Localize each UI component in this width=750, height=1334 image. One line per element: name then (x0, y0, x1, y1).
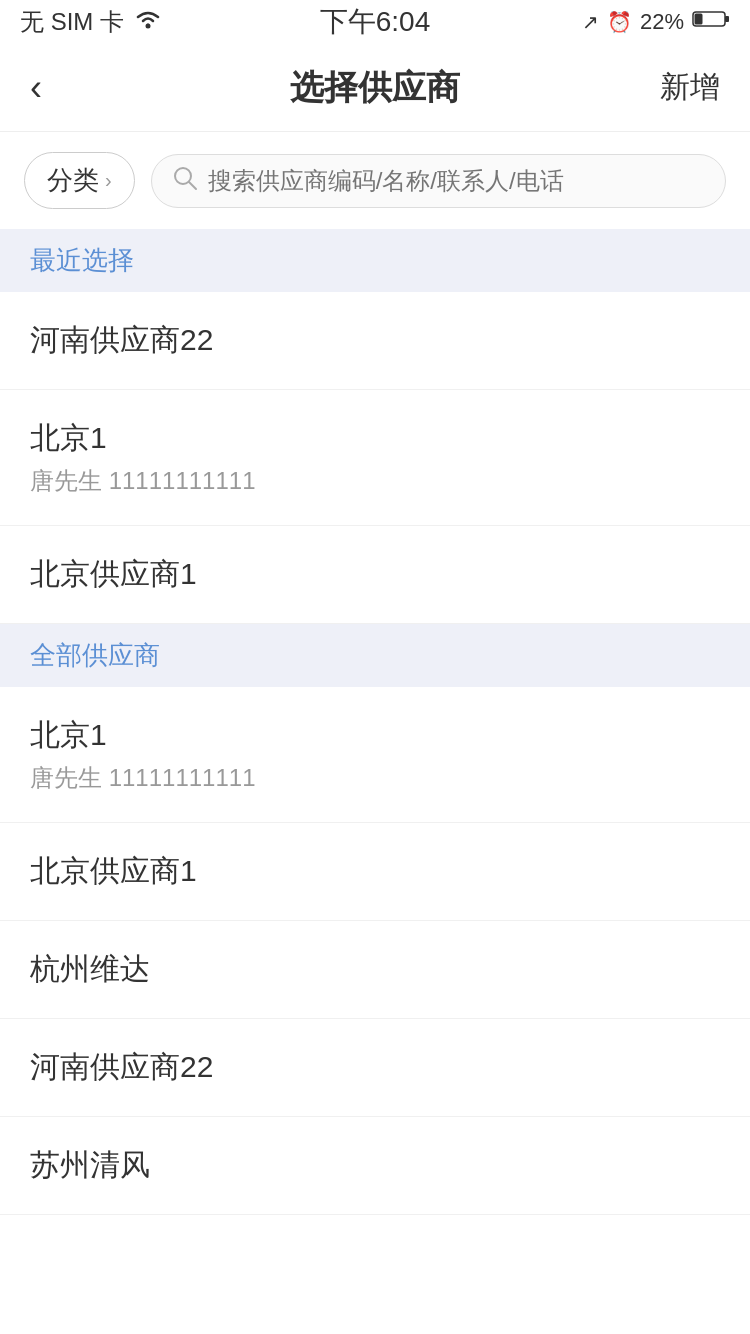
item-name: 北京1 (30, 418, 720, 459)
all-list-item[interactable]: 河南供应商22 (0, 1019, 750, 1117)
filter-bar: 分类 › (0, 132, 750, 229)
location-icon: ↗ (582, 10, 599, 34)
item-sub: 唐先生 11111111111 (30, 465, 720, 497)
status-right: ↗ ⏰ 22% (582, 9, 730, 35)
svg-point-0 (146, 24, 151, 29)
recent-section-header: 最近选择 (0, 229, 750, 292)
nav-bar: ‹ 选择供应商 新增 (0, 44, 750, 132)
svg-rect-3 (695, 14, 703, 25)
item-name: 杭州维达 (30, 949, 720, 990)
recent-list-item[interactable]: 北京供应商1 (0, 526, 750, 624)
all-section-header: 全部供应商 (0, 624, 750, 687)
back-button[interactable]: ‹ (30, 67, 90, 109)
recent-list-item[interactable]: 河南供应商22 (0, 292, 750, 390)
item-sub: 唐先生 11111111111 (30, 762, 720, 794)
item-name: 北京供应商1 (30, 851, 720, 892)
item-name: 河南供应商22 (30, 1047, 720, 1088)
add-button[interactable]: 新增 (660, 67, 720, 108)
status-left: 无 SIM 卡 (20, 6, 162, 38)
battery-icon (692, 9, 730, 35)
category-label: 分类 (47, 163, 99, 198)
recent-list: 河南供应商22 北京1 唐先生 11111111111 北京供应商1 (0, 292, 750, 624)
item-name: 北京1 (30, 715, 720, 756)
all-list-item[interactable]: 苏州清风 (0, 1117, 750, 1215)
search-box[interactable] (151, 154, 726, 208)
page-title: 选择供应商 (290, 65, 460, 111)
search-input[interactable] (208, 167, 705, 195)
carrier-label: 无 SIM 卡 (20, 6, 124, 38)
search-icon (172, 165, 198, 197)
chevron-right-icon: › (105, 169, 112, 192)
all-list-item[interactable]: 杭州维达 (0, 921, 750, 1019)
item-name: 苏州清风 (30, 1145, 720, 1186)
status-bar: 无 SIM 卡 下午6:04 ↗ ⏰ 22% (0, 0, 750, 44)
all-list: 北京1 唐先生 11111111111 北京供应商1 杭州维达河南供应商22 苏州清风 (0, 687, 750, 1215)
category-button[interactable]: 分类 › (24, 152, 135, 209)
status-time: 下午6:04 (320, 3, 431, 41)
all-list-item[interactable]: 北京1 唐先生 11111111111 (0, 687, 750, 823)
svg-rect-2 (725, 16, 729, 22)
item-name: 北京供应商1 (30, 554, 720, 595)
svg-line-5 (189, 182, 196, 189)
all-section-label: 全部供应商 (30, 640, 160, 670)
item-name: 河南供应商22 (30, 320, 720, 361)
recent-section-label: 最近选择 (30, 245, 134, 275)
wifi-icon (134, 8, 162, 36)
battery-label: 22% (640, 9, 684, 35)
recent-list-item[interactable]: 北京1 唐先生 11111111111 (0, 390, 750, 526)
alarm-icon: ⏰ (607, 10, 632, 34)
all-list-item[interactable]: 北京供应商1 (0, 823, 750, 921)
